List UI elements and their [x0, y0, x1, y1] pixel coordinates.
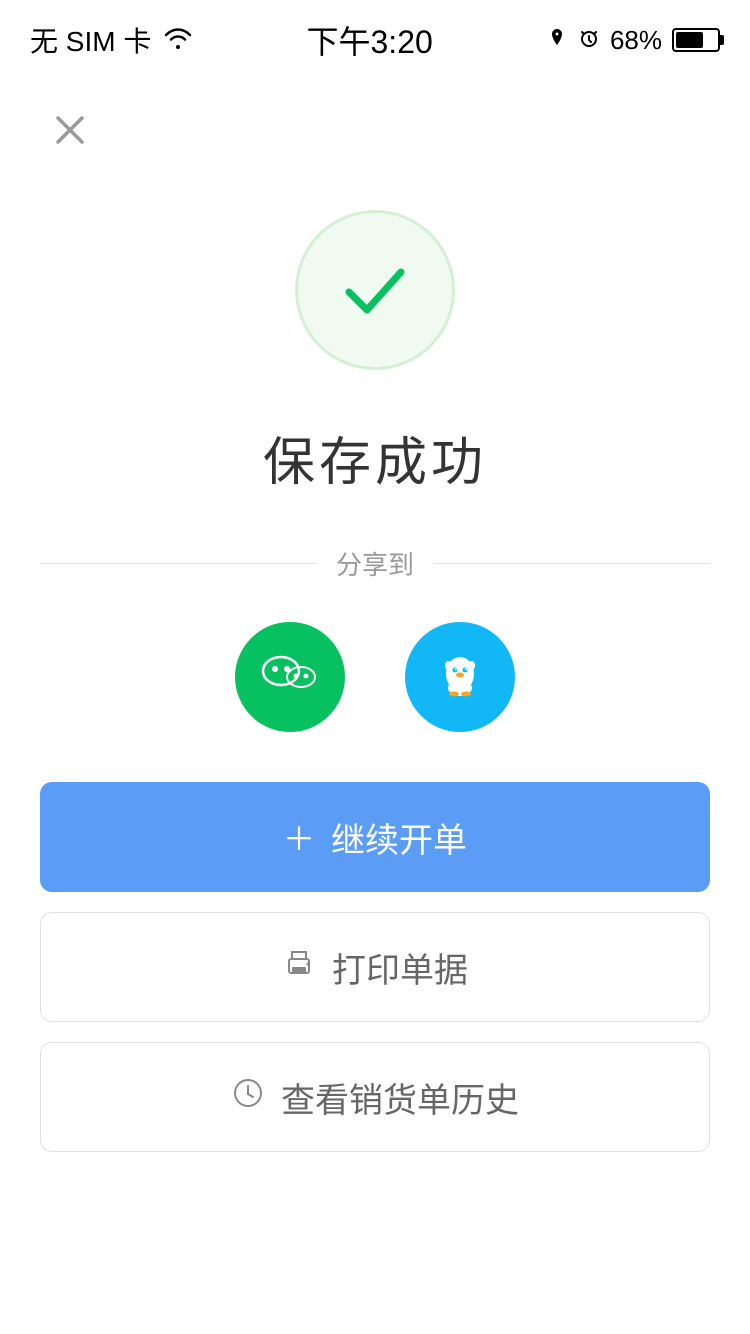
success-section: 保存成功: [40, 180, 710, 545]
status-time: 下午3:20: [307, 17, 433, 63]
share-icons: [40, 622, 710, 732]
location-icon: [546, 25, 568, 56]
alarm-icon: [578, 25, 600, 56]
action-buttons: ＋ 继续开单 打印单据 查看销货单历史: [40, 782, 710, 1152]
continue-button[interactable]: ＋ 继续开单: [40, 782, 710, 892]
continue-label: 继续开单: [331, 813, 467, 862]
print-button[interactable]: 打印单据: [40, 912, 710, 1022]
divider-right: [434, 563, 710, 564]
print-label: 打印单据: [332, 943, 468, 992]
clock-icon: [231, 1076, 265, 1118]
share-divider: 分享到: [40, 545, 710, 582]
success-title: 保存成功: [263, 420, 487, 495]
main-content: 保存成功 分享到: [0, 80, 750, 1152]
carrier-text: 无 SIM 卡: [30, 20, 151, 60]
battery-percent: 68%: [610, 25, 662, 56]
status-right: 68%: [546, 25, 720, 56]
history-button[interactable]: 查看销货单历史: [40, 1042, 710, 1152]
wechat-share-button[interactable]: [235, 622, 345, 732]
plus-icon: ＋: [283, 814, 315, 860]
status-left: 无 SIM 卡: [30, 20, 193, 60]
wifi-icon: [163, 24, 193, 56]
battery-icon: [672, 28, 720, 52]
status-bar: 无 SIM 卡 下午3:20 68%: [0, 0, 750, 80]
history-label: 查看销货单历史: [281, 1073, 519, 1122]
share-section: 分享到: [40, 545, 710, 732]
qq-share-button[interactable]: [405, 622, 515, 732]
close-button[interactable]: [40, 100, 100, 160]
divider-left: [40, 563, 316, 564]
share-label: 分享到: [336, 545, 414, 582]
print-icon: [282, 947, 316, 987]
success-circle: [295, 210, 455, 370]
